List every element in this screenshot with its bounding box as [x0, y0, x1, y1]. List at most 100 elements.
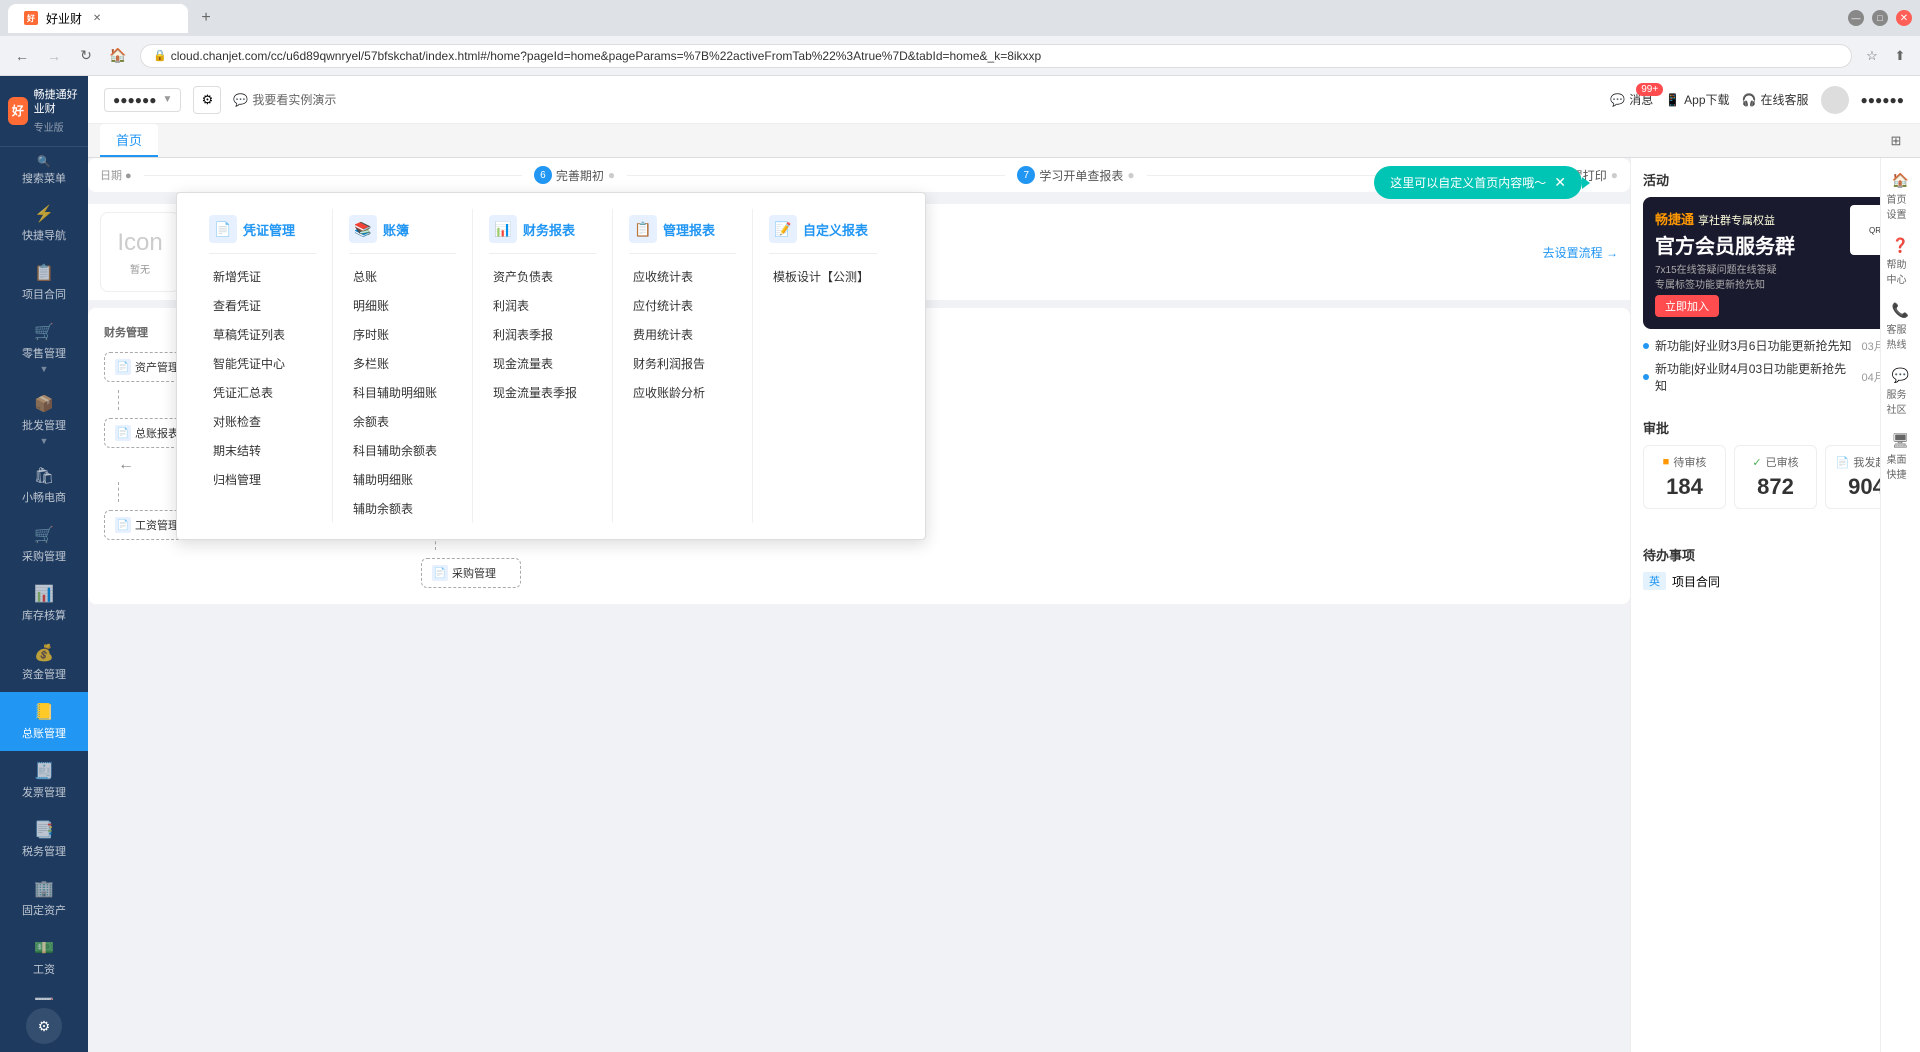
- activity-section: 活动 畅捷通 享社群专属权益 官方会员服务群 7x15在线答疑问题在线答疑 专属…: [1631, 158, 1920, 418]
- todo-item-1[interactable]: 英 项目合同: [1643, 572, 1908, 590]
- menu-item-financial-profit[interactable]: 财务利润报告: [629, 349, 736, 378]
- menu-item-aux-detail[interactable]: 辅助明细账: [349, 465, 456, 494]
- menu-item-payable-stat[interactable]: 应付统计表: [629, 291, 736, 320]
- sidebar-item-tax[interactable]: 📑 税务管理: [0, 810, 88, 869]
- menu-item-subject-balance[interactable]: 科目辅助余额表: [349, 436, 456, 465]
- project-icon: 📋: [34, 263, 54, 283]
- menu-item-view-voucher[interactable]: 查看凭证: [209, 291, 316, 320]
- demo-btn[interactable]: 💬 我要看实例演示: [233, 91, 336, 108]
- sidebar-item-invoice[interactable]: 🧾 发票管理: [0, 751, 88, 810]
- new-tab-btn[interactable]: +: [192, 4, 220, 32]
- menu-item-voucher-summary[interactable]: 凭证汇总表: [209, 378, 316, 407]
- bookmark-icon[interactable]: ☆: [1860, 44, 1884, 68]
- sidebar-item-retail[interactable]: 🛒 零售管理 ▼: [0, 312, 88, 384]
- sidebar-item-salary-label: 工资: [33, 961, 55, 977]
- sidebar-item-project[interactable]: 📋 项目合同: [0, 253, 88, 312]
- home-btn[interactable]: 🏠: [104, 42, 132, 70]
- tab-close-btn[interactable]: ✕: [90, 11, 104, 25]
- menu-item-profit-quarter[interactable]: 利润表季报: [489, 320, 596, 349]
- menu-item-profit[interactable]: 利润表: [489, 291, 596, 320]
- message-btn[interactable]: 💬 消息 99+: [1610, 91, 1653, 108]
- home-settings-icon: 🏠: [1892, 172, 1909, 189]
- online-service-btn[interactable]: 🎧 在线客服: [1742, 91, 1809, 108]
- forward-btn[interactable]: →: [40, 42, 68, 70]
- menu-item-detail-ledger[interactable]: 明细账: [349, 291, 456, 320]
- user-name-btn[interactable]: ●●●●●●: [1861, 93, 1905, 107]
- menu-item-template-design[interactable]: 模板设计【公测】: [769, 262, 877, 291]
- user-name: ●●●●●●: [1861, 93, 1905, 107]
- purchase-icon: 🛒: [34, 525, 54, 545]
- community-quick[interactable]: 💬 服务社区: [1885, 361, 1917, 422]
- menu-item-general-ledger[interactable]: 总账: [349, 262, 456, 291]
- menu-item-multi-col[interactable]: 多栏账: [349, 349, 456, 378]
- sidebar-search[interactable]: 🔍 搜索菜单: [14, 147, 74, 194]
- menu-item-expense-stat[interactable]: 费用统计表: [629, 320, 736, 349]
- flow-setup-link[interactable]: 去设置流程 →: [1543, 244, 1618, 261]
- menu-item-balance[interactable]: 余额表: [349, 407, 456, 436]
- sidebar-item-finance[interactable]: 💰 资金管理: [0, 633, 88, 692]
- hint-close-btn[interactable]: ✕: [1554, 174, 1566, 191]
- main-content: ●●●●●● ▼ ⚙ 💬 我要看实例演示 💬 消息 99+ 📱 App下载: [88, 76, 1920, 1052]
- menu-item-balance-sheet[interactable]: 资产负债表: [489, 262, 596, 291]
- help-center-quick[interactable]: ❓ 帮助中心: [1885, 231, 1917, 292]
- menu-item-cashflow-quarter[interactable]: 现金流量表季报: [489, 378, 596, 407]
- customize-hint: 这里可以自定义首页内容哦～ ✕: [1374, 166, 1582, 199]
- step-divider-2: [627, 175, 1005, 176]
- maximize-btn[interactable]: □: [1872, 10, 1888, 26]
- done-icon: ✓: [1752, 456, 1761, 469]
- sidebar-item-wholesale-label: 批发管理: [22, 417, 66, 433]
- hotline-quick[interactable]: 📞 客服热线: [1885, 296, 1917, 357]
- minimize-btn[interactable]: —: [1848, 10, 1864, 26]
- user-avatar[interactable]: [1821, 86, 1849, 114]
- menu-item-subject-detail[interactable]: 科目辅助明细账: [349, 378, 456, 407]
- sidebar-item-wholesale[interactable]: 📦 批发管理 ▼: [0, 384, 88, 456]
- address-bar[interactable]: 🔒 cloud.chanjet.com/cc/u6d89qwnryel/57bf…: [140, 44, 1852, 68]
- menu-item-smart-voucher[interactable]: 智能凭证中心: [209, 349, 316, 378]
- company-selector[interactable]: ●●●●●● ▼: [104, 88, 181, 112]
- menu-item-cashflow[interactable]: 现金流量表: [489, 349, 596, 378]
- share-icon[interactable]: ⬆: [1888, 44, 1912, 68]
- menu-item-aux-balance[interactable]: 辅助余额表: [349, 494, 456, 523]
- workflow-step-7[interactable]: 7 学习开单查报表 ●: [1017, 166, 1134, 184]
- tab-expand-btn[interactable]: ⊞: [1884, 129, 1908, 153]
- sidebar-item-shortcut[interactable]: ⚡ 快捷导航: [0, 194, 88, 253]
- sidebar-item-accounting[interactable]: 📒 总账管理: [0, 692, 88, 751]
- hotline-label: 客服热线: [1887, 321, 1915, 351]
- close-btn[interactable]: ✕: [1896, 10, 1912, 26]
- join-btn[interactable]: 立即加入: [1655, 295, 1719, 317]
- menu-item-reconcile[interactable]: 对账检查: [209, 407, 316, 436]
- menu-item-new-voucher[interactable]: 新增凭证: [209, 262, 316, 291]
- tab-home[interactable]: 首页: [100, 124, 158, 157]
- reload-btn[interactable]: ↻: [72, 42, 100, 70]
- sidebar-item-salary[interactable]: 💵 工资: [0, 928, 88, 987]
- icon-slot-1[interactable]: Icon 暂无: [100, 212, 180, 292]
- sidebar-item-assets[interactable]: 🏢 固定资产: [0, 869, 88, 928]
- app-download-btn[interactable]: 📱 App下载: [1665, 91, 1729, 108]
- approval-card-pending[interactable]: ■ 待审核 184: [1643, 445, 1726, 509]
- approval-card-done[interactable]: ✓ 已审核 872: [1734, 445, 1817, 509]
- icon-slot-1-icon: Icon: [117, 229, 162, 257]
- desktop-quick[interactable]: 🖥 桌面快捷: [1885, 426, 1917, 487]
- news-text-1: 新功能|好业财3月6日功能更新抢先知: [1655, 337, 1856, 354]
- workflow-step-6[interactable]: 6 完善期初 ●: [534, 166, 615, 184]
- browser-tab[interactable]: 好 好业财 ✕: [8, 4, 188, 33]
- menu-item-aging-analysis[interactable]: 应收账龄分析: [629, 378, 736, 407]
- sidebar-item-inventory[interactable]: 📊 库存核算: [0, 574, 88, 633]
- sidebar-item-ecommerce[interactable]: 🛍 小畅电商: [0, 456, 88, 515]
- back-btn[interactable]: ←: [8, 42, 36, 70]
- dropdown-menu: 📄 凭证管理 新增凭证 查看凭证 草稿凭证列表 智能凭证中心 凭证汇总表 对账检…: [176, 192, 926, 540]
- menu-item-draft-voucher[interactable]: 草稿凭证列表: [209, 320, 316, 349]
- sidebar-item-purchase[interactable]: 🛒 采购管理: [0, 515, 88, 574]
- menu-item-archive[interactable]: 归档管理: [209, 465, 316, 494]
- right-quick-panel: 🏠 首页设置 ❓ 帮助中心 📞 客服热线 💬 服务社区 🖥 桌面快捷: [1880, 158, 1920, 1052]
- sidebar-item-ops[interactable]: 📈 经营管理: [0, 987, 88, 1000]
- menu-item-chrono-ledger[interactable]: 序时账: [349, 320, 456, 349]
- news-item-2[interactable]: 新功能|好业财4月03日功能更新抢先知 04月03日: [1643, 360, 1908, 394]
- sidebar-settings-btn[interactable]: ⚙: [26, 1008, 62, 1044]
- menu-item-period-end[interactable]: 期末结转: [209, 436, 316, 465]
- menu-item-receivable-stat[interactable]: 应收统计表: [629, 262, 736, 291]
- news-item-1[interactable]: 新功能|好业财3月6日功能更新抢先知 03月06日: [1643, 337, 1908, 354]
- home-settings-quick[interactable]: 🏠 首页设置: [1885, 166, 1917, 227]
- flow-node-purchase[interactable]: 📄 采购管理: [421, 558, 521, 588]
- settings-quick-btn[interactable]: ⚙: [193, 86, 221, 114]
